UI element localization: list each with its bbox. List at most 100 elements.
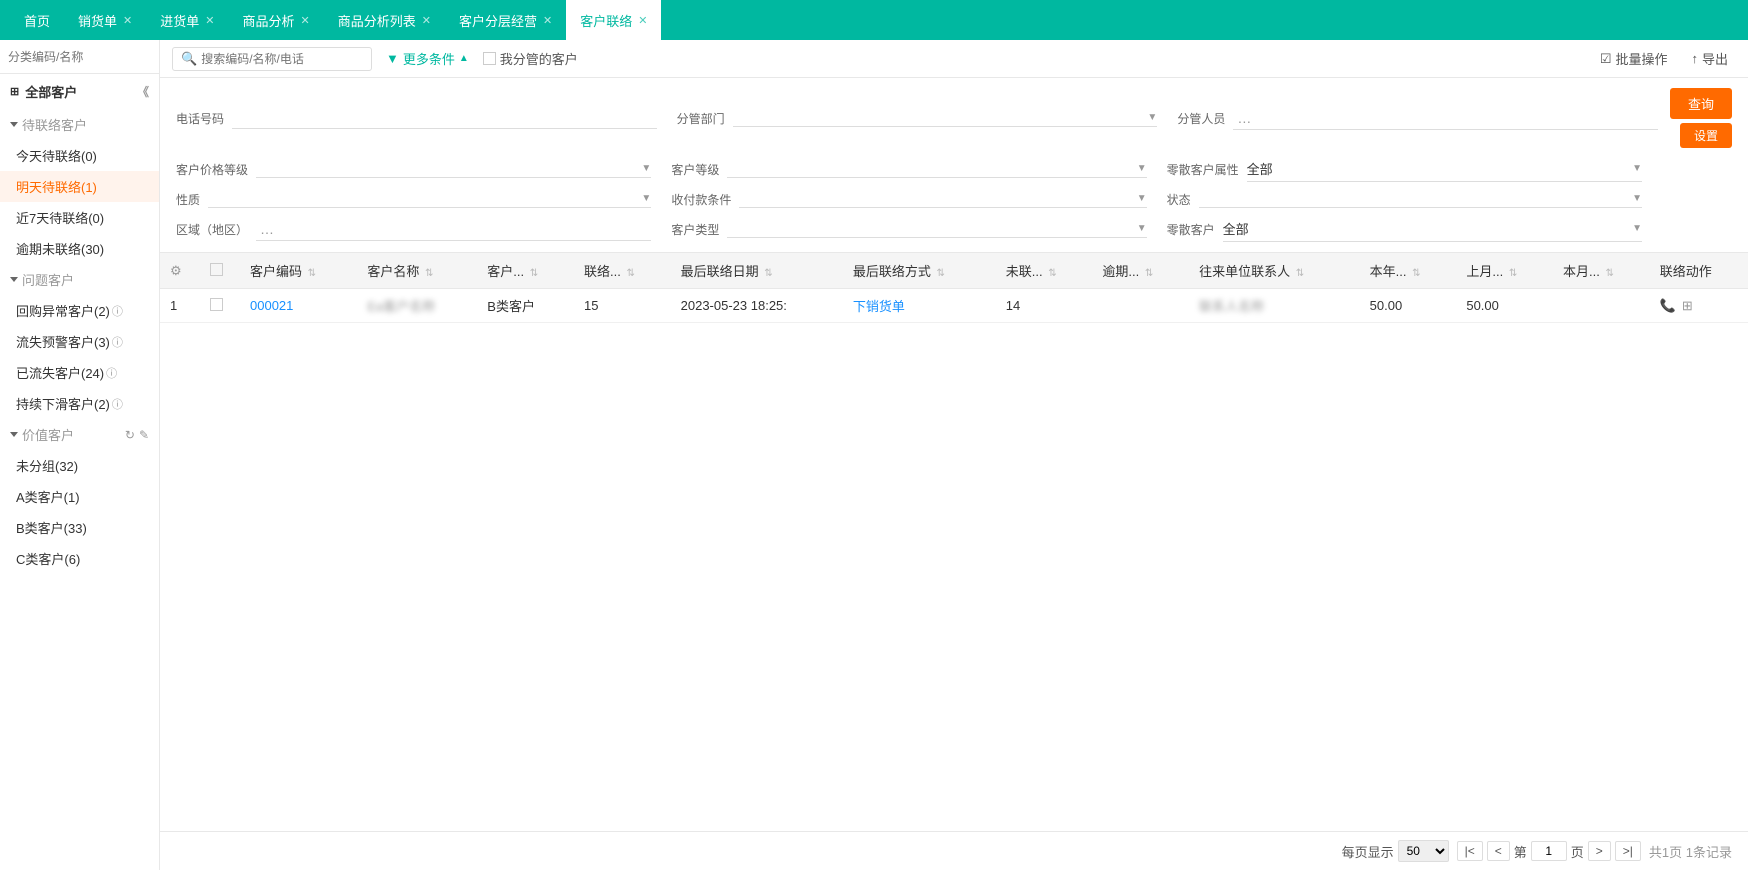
nav-customer-contact[interactable]: 客户联络 ✕ — [566, 0, 661, 40]
sort-year-icon[interactable]: ⇅ — [1412, 268, 1420, 279]
my-customers-checkbox-group[interactable]: 我分管的客户 — [483, 49, 578, 68]
sidebar-item-overdue-pending[interactable]: 逾期未联络(30) — [0, 233, 159, 264]
sidebar: 🔍 ⊞ 全部客户 《 待联络客户 今天待联络(0) 明天待联络(1) 近7天待联… — [0, 40, 160, 870]
more-action-icon[interactable]: ⊞ — [1682, 298, 1693, 314]
filter-region-select[interactable]: … — [256, 218, 651, 241]
sort-name-icon[interactable]: ⇅ — [425, 268, 433, 279]
sidebar-item-ungrouped[interactable]: 未分组(32) — [0, 450, 159, 481]
sidebar-item-today-pending[interactable]: 今天待联络(0) — [0, 140, 159, 171]
close-contact-icon[interactable]: ✕ — [638, 14, 647, 27]
sidebar-all-customers[interactable]: ⊞ 全部客户 《 — [0, 74, 159, 109]
sidebar-item-churned[interactable]: 已流失客户(24) ⓘ — [0, 357, 159, 388]
last-method-link[interactable]: 下销货单 — [853, 299, 905, 314]
last-page-btn[interactable]: >| — [1615, 841, 1641, 861]
table-row: 1 000021 Ea客户名称 B类客户 15 2023-05-23 18:25… — [160, 289, 1748, 323]
table-settings-icon[interactable]: ⚙ — [170, 263, 182, 278]
sidebar-item-declining[interactable]: 持续下滑客户(2) ⓘ — [0, 388, 159, 419]
sidebar-item-abnormal-repurchase[interactable]: 回购异常客户(2) ⓘ — [0, 295, 159, 326]
manager-dots[interactable]: … — [1237, 110, 1251, 126]
edit-icon[interactable]: ✎ — [139, 428, 149, 442]
th-last-month: 上月... ⇅ — [1456, 253, 1553, 289]
row-checkbox — [200, 289, 240, 323]
export-btn[interactable]: ↑ 导出 — [1683, 46, 1736, 71]
batch-operation-btn[interactable]: ☑ 批量操作 — [1592, 46, 1676, 71]
row-last-method: 下销货单 — [843, 289, 996, 323]
nav-product-analysis-list[interactable]: 商品分析列表 ✕ — [324, 0, 445, 40]
close-purchase-icon[interactable]: ✕ — [205, 14, 214, 27]
sort-type-icon[interactable]: ⇅ — [530, 268, 538, 279]
sidebar-item-class-a[interactable]: A类客户(1) — [0, 481, 159, 512]
sort-date-icon[interactable]: ⇅ — [764, 268, 772, 279]
query-button[interactable]: 查询 — [1670, 88, 1732, 119]
sort-person-icon[interactable]: ⇅ — [1296, 268, 1304, 279]
row-type: B类客户 — [477, 289, 574, 323]
sort-overdue-icon[interactable]: ⇅ — [1145, 268, 1153, 279]
info-icon-1: ⓘ — [112, 334, 123, 350]
sidebar-item-churn-warning[interactable]: 流失预警客户(3) ⓘ — [0, 326, 159, 357]
my-customers-checkbox[interactable] — [483, 52, 496, 65]
filter-manager-select[interactable]: … — [1233, 107, 1658, 130]
filter-phone-input[interactable] — [232, 108, 657, 129]
close-tier-icon[interactable]: ✕ — [543, 14, 552, 27]
value-arrow — [10, 432, 18, 437]
sidebar-item-class-b[interactable]: B类客户(33) — [0, 512, 159, 543]
pending-arrow — [10, 122, 18, 127]
toolbar: 🔍 ▼ 更多条件 ▲ 我分管的客户 ☑ 批量操作 ↑ 导出 — [160, 40, 1748, 78]
th-last-date: 最后联络日期 ⇅ — [671, 253, 843, 289]
sidebar-search-bar: 🔍 — [0, 40, 159, 74]
page-navigation: |< < 第 页 > >| — [1457, 841, 1641, 861]
sort-code-icon[interactable]: ⇅ — [308, 268, 316, 279]
close-sales-icon[interactable]: ✕ — [123, 14, 132, 27]
retail-attr-chevron: ▼ — [1632, 163, 1642, 174]
sidebar-item-tomorrow-pending[interactable]: 明天待联络(1) — [0, 171, 159, 202]
row-year-amount: 50.00 — [1360, 289, 1457, 323]
nav-product-analysis[interactable]: 商品分析 ✕ — [228, 0, 323, 40]
refresh-icon[interactable]: ↻ — [125, 428, 135, 442]
sidebar-item-7days-pending[interactable]: 近7天待联络(0) — [0, 202, 159, 233]
filter-customer-type-select[interactable]: ▼ — [727, 220, 1146, 238]
sidebar-item-class-c[interactable]: C类客户(6) — [0, 543, 159, 574]
table-select-all-checkbox[interactable] — [210, 263, 223, 276]
filter-customer-level-select[interactable]: ▼ — [727, 160, 1146, 178]
next-page-btn[interactable]: > — [1588, 841, 1611, 861]
prev-page-btn[interactable]: < — [1487, 841, 1510, 861]
sort-unlink-icon[interactable]: ⇅ — [1048, 268, 1056, 279]
settings-button[interactable]: 设置 — [1680, 123, 1732, 148]
page-size-dropdown[interactable]: 50 100 200 — [1398, 840, 1449, 862]
row-index: 1 — [160, 289, 200, 323]
row-code[interactable]: 000021 — [240, 289, 357, 323]
sidebar-search-input[interactable] — [8, 50, 160, 64]
filter-dept-select[interactable]: ▼ — [733, 109, 1158, 127]
phone-action-icon[interactable]: 📞 — [1660, 298, 1676, 314]
filter-retail-customer-select[interactable]: 全部 ▼ — [1223, 216, 1642, 242]
more-conditions-btn[interactable]: ▼ 更多条件 ▲ — [380, 46, 475, 71]
nav-home[interactable]: 首页 — [10, 0, 64, 40]
sort-lastmonth-icon[interactable]: ⇅ — [1509, 268, 1517, 279]
th-last-method: 最后联络方式 ⇅ — [843, 253, 996, 289]
th-contact-person: 往来单位联系人 ⇅ — [1189, 253, 1360, 289]
filter-status-select[interactable]: ▼ — [1199, 190, 1642, 208]
row-action: 📞 ⊞ — [1650, 289, 1748, 323]
filter-gender-select[interactable]: ▼ — [208, 190, 651, 208]
row-select-checkbox[interactable] — [210, 298, 223, 311]
page-number-input[interactable] — [1531, 841, 1567, 861]
sort-method-icon[interactable]: ⇅ — [937, 268, 945, 279]
info-icon-3: ⓘ — [112, 396, 123, 412]
nav-purchase-order[interactable]: 进货单 ✕ — [146, 0, 228, 40]
close-analysis-list-icon[interactable]: ✕ — [422, 14, 431, 27]
region-dots[interactable]: … — [260, 221, 274, 237]
filter-retail-attr-select[interactable]: 全部 ▼ — [1247, 156, 1642, 182]
nav-customer-tier[interactable]: 客户分层经营 ✕ — [445, 0, 566, 40]
close-analysis-icon[interactable]: ✕ — [301, 14, 310, 27]
sort-contact-icon[interactable]: ⇅ — [626, 268, 634, 279]
filter-payment-cell: 收付款条件 ▼ — [671, 190, 1146, 208]
filter-price-level-select[interactable]: ▼ — [256, 160, 651, 178]
sort-thismonth-icon[interactable]: ⇅ — [1605, 268, 1613, 279]
search-input[interactable] — [201, 52, 363, 66]
filter-payment-select[interactable]: ▼ — [739, 190, 1146, 208]
collapse-icon[interactable]: 《 — [137, 83, 149, 100]
payment-chevron: ▼ — [1137, 193, 1147, 204]
first-page-btn[interactable]: |< — [1457, 841, 1483, 861]
nav-sales-order[interactable]: 销货单 ✕ — [64, 0, 146, 40]
grid-icon: ⊞ — [10, 85, 19, 98]
